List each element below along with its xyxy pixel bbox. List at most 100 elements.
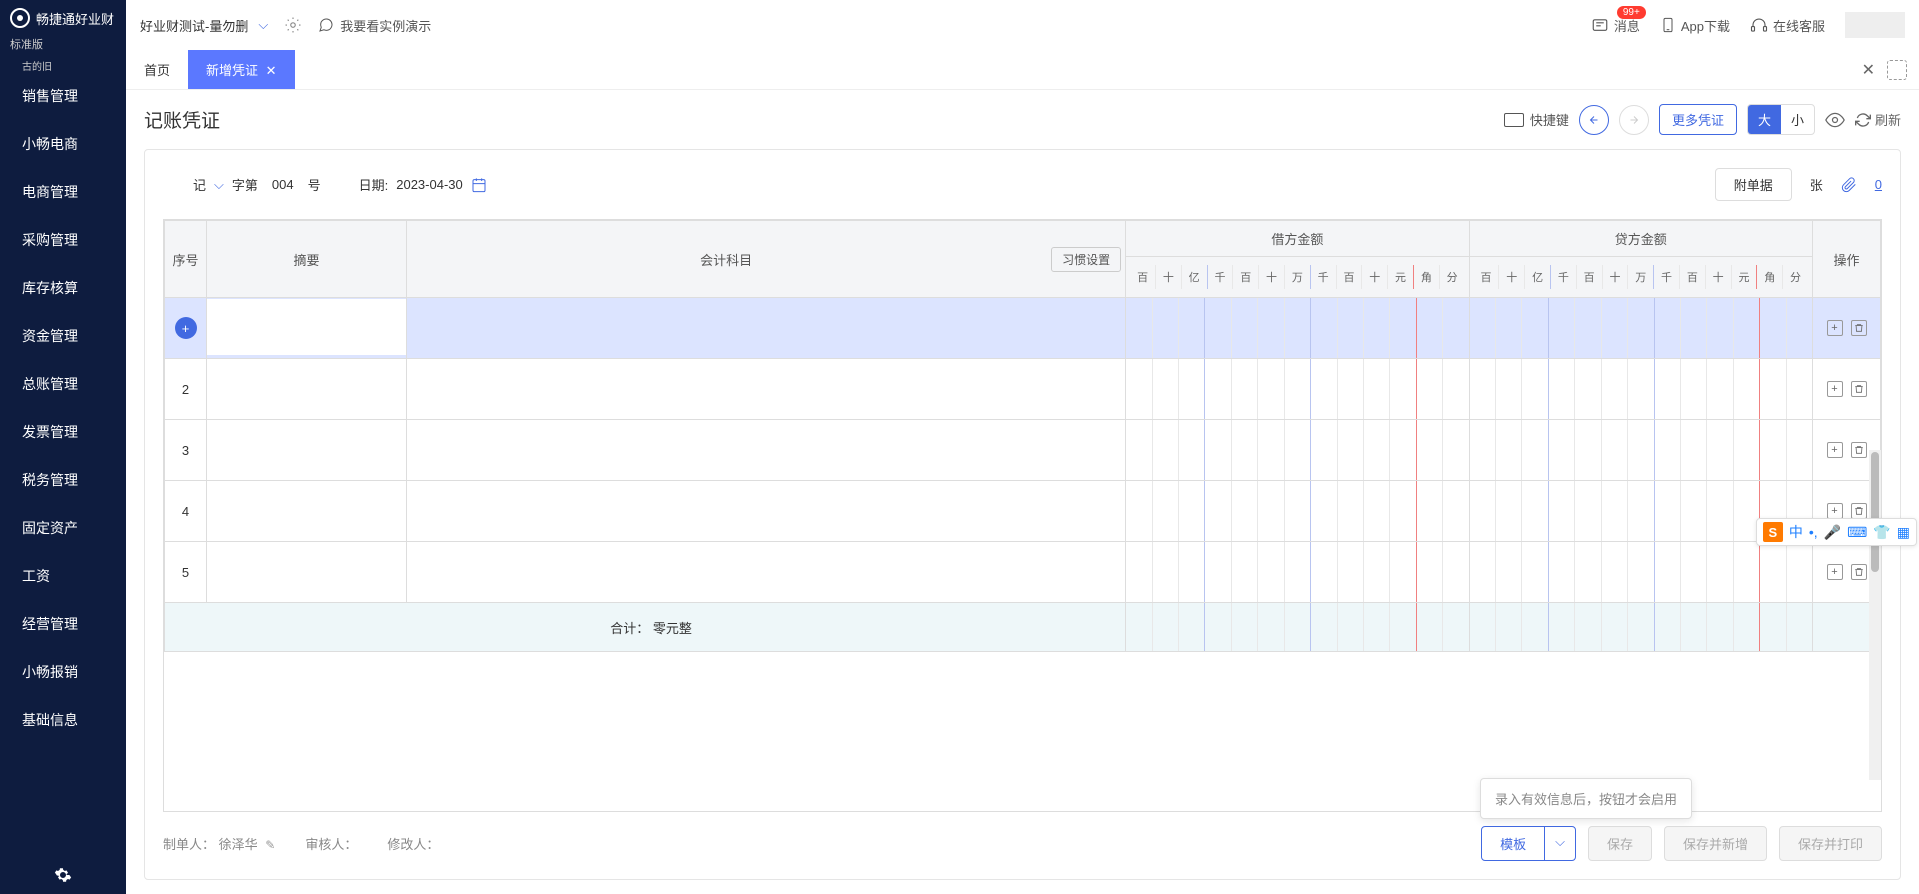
nav-item-ecommerce[interactable]: 小畅电商: [0, 120, 126, 168]
summary-cell[interactable]: [207, 298, 407, 359]
nav-item-sales[interactable]: 销售管理: [0, 72, 126, 120]
subject-cell[interactable]: [407, 298, 1126, 359]
nav-item-biz[interactable]: 经营管理: [0, 600, 126, 648]
more-vouchers-button[interactable]: 更多凭证: [1659, 104, 1737, 135]
nav-item-invoice[interactable]: 发票管理: [0, 408, 126, 456]
auditor-label: 审核人：: [305, 834, 357, 853]
scrollbar[interactable]: [1869, 450, 1881, 780]
nav-item-funds[interactable]: 资金管理: [0, 312, 126, 360]
nav-item-assets[interactable]: 固定资产: [0, 504, 126, 552]
shortcut-button[interactable]: 快捷键: [1504, 110, 1569, 129]
debit-cell[interactable]: [1126, 542, 1469, 603]
page: 记账凭证 快捷键 更多凭证 大 小: [126, 90, 1919, 894]
size-small-button[interactable]: 小: [1781, 105, 1814, 134]
nav-item-purchase[interactable]: 采购管理: [0, 216, 126, 264]
summary-cell[interactable]: [207, 542, 407, 603]
ime-toolbar[interactable]: S 中 •, 🎤 ⌨ 👕 ▦: [1756, 518, 1917, 546]
copy-row-icon[interactable]: +: [1827, 381, 1843, 397]
table-row[interactable]: 5+: [165, 542, 1881, 603]
table-row[interactable]: ++: [165, 298, 1881, 359]
credit-cell[interactable]: [1469, 359, 1812, 420]
summary-cell[interactable]: [207, 481, 407, 542]
org-selector[interactable]: 好业财测试-量勿删 ⌵: [140, 16, 268, 35]
ime-toolbox-icon[interactable]: ▦: [1897, 524, 1910, 541]
size-large-button[interactable]: 大: [1748, 105, 1781, 134]
messages-button[interactable]: 消息 99+: [1591, 16, 1640, 35]
chevron-down-icon[interactable]: ⌵: [214, 177, 224, 193]
nav-item-tax[interactable]: 税务管理: [0, 456, 126, 504]
user-area[interactable]: [1845, 12, 1905, 38]
service-button[interactable]: 在线客服: [1750, 16, 1825, 35]
date-input[interactable]: 2023-04-30: [396, 177, 463, 192]
main: 好业财测试-量勿删 ⌵ 我要看实例演示 消息 99+ App下载: [126, 0, 1919, 894]
eye-icon[interactable]: [1825, 110, 1845, 130]
ime-keyboard-icon[interactable]: ⌨: [1847, 524, 1867, 541]
prev-button[interactable]: [1579, 105, 1609, 135]
settings-button[interactable]: [0, 856, 126, 894]
subject-cell[interactable]: [407, 359, 1126, 420]
delete-row-icon[interactable]: [1851, 320, 1867, 336]
voucher-number[interactable]: 004: [266, 175, 300, 194]
next-button[interactable]: [1619, 105, 1649, 135]
nav-item-expense[interactable]: 小畅报销: [0, 648, 126, 696]
close-icon[interactable]: ✕: [266, 63, 277, 78]
seq-cell: 3: [165, 420, 207, 481]
table-row[interactable]: 2+: [165, 359, 1881, 420]
refresh-button[interactable]: 刷新: [1855, 110, 1901, 129]
gear-icon[interactable]: [284, 16, 302, 34]
ime-lang[interactable]: 中: [1789, 522, 1803, 542]
table-row[interactable]: 3+: [165, 420, 1881, 481]
nav-item-inventory[interactable]: 库存核算: [0, 264, 126, 312]
nav-item-salary[interactable]: 工资: [0, 552, 126, 600]
delete-row-icon[interactable]: [1851, 564, 1867, 580]
summary-cell[interactable]: [207, 359, 407, 420]
subject-cell[interactable]: [407, 542, 1126, 603]
nav-item-ecom-mgmt[interactable]: 电商管理: [0, 168, 126, 216]
copy-row-icon[interactable]: +: [1827, 320, 1843, 336]
copy-row-icon[interactable]: +: [1827, 503, 1843, 519]
calendar-icon[interactable]: [471, 177, 487, 193]
demo-link[interactable]: 我要看实例演示: [318, 16, 431, 35]
credit-cell[interactable]: [1469, 542, 1812, 603]
close-all-icon[interactable]: ✕: [1862, 60, 1875, 80]
modifier-label: 修改人：: [387, 834, 439, 853]
habit-button[interactable]: 习惯设置: [1051, 247, 1121, 272]
edit-icon[interactable]: ✎: [265, 838, 275, 852]
credit-cell[interactable]: [1469, 298, 1812, 359]
fullscreen-icon[interactable]: [1887, 60, 1907, 80]
attach-button[interactable]: 附单据: [1715, 168, 1792, 201]
link-count[interactable]: 0: [1875, 177, 1882, 192]
add-row-button[interactable]: +: [175, 317, 197, 339]
debit-cell[interactable]: [1126, 359, 1469, 420]
debit-cell[interactable]: [1126, 420, 1469, 481]
subject-cell[interactable]: [407, 481, 1126, 542]
copy-row-icon[interactable]: +: [1827, 442, 1843, 458]
debit-cell[interactable]: [1126, 298, 1469, 359]
tab-new-voucher[interactable]: 新增凭证 ✕: [188, 50, 295, 89]
delete-row-icon[interactable]: [1851, 381, 1867, 397]
tab-label: 新增凭证: [206, 63, 258, 78]
prefix-select[interactable]: 记: [193, 175, 206, 194]
template-button[interactable]: 模板 ⌵: [1481, 826, 1576, 861]
copy-row-icon[interactable]: +: [1827, 564, 1843, 580]
debit-cell[interactable]: [1126, 481, 1469, 542]
summary-input[interactable]: [207, 299, 406, 355]
tooltip: 录入有效信息后，按钮才会启用: [1480, 778, 1692, 819]
nav-item-base[interactable]: 基础信息: [0, 696, 126, 744]
debit-digits: 百十亿千百十万千百十元角分: [1126, 257, 1469, 298]
delete-row-icon[interactable]: [1851, 503, 1867, 519]
paperclip-icon[interactable]: [1841, 177, 1857, 193]
total-cell: 合计： 零元整: [165, 603, 1126, 652]
summary-cell[interactable]: [207, 420, 407, 481]
ime-mic-icon[interactable]: 🎤: [1824, 524, 1841, 541]
subject-cell[interactable]: [407, 420, 1126, 481]
credit-cell[interactable]: [1469, 420, 1812, 481]
table-row[interactable]: 4+: [165, 481, 1881, 542]
tab-home[interactable]: 首页: [126, 50, 188, 89]
nav-item-ledger[interactable]: 总账管理: [0, 360, 126, 408]
ime-punct-icon[interactable]: •,: [1809, 524, 1818, 540]
delete-row-icon[interactable]: [1851, 442, 1867, 458]
nav-item[interactable]: 古的旧: [0, 58, 126, 72]
ime-skin-icon[interactable]: 👕: [1873, 524, 1890, 541]
app-download-button[interactable]: App下载: [1660, 16, 1730, 35]
